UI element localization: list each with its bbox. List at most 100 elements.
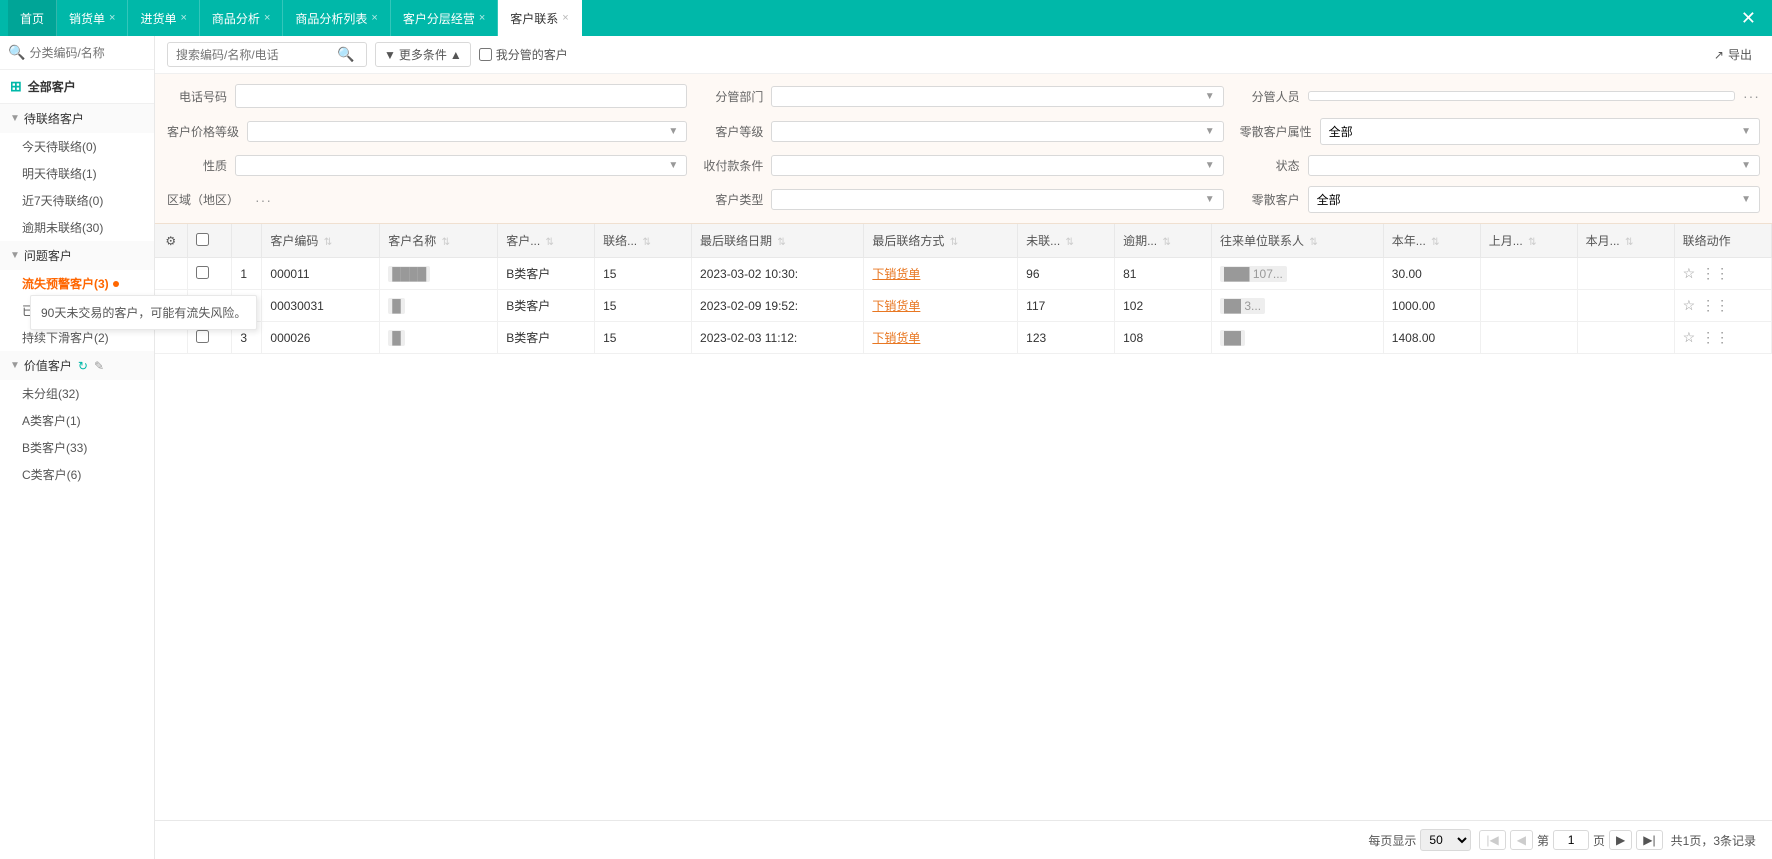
refresh-icon[interactable]: ↻ (78, 359, 88, 373)
col-action: 联络动作 (1674, 224, 1771, 258)
row-contact: 15 (595, 322, 692, 354)
tab-home[interactable]: 首页 (8, 0, 57, 36)
contact-icon[interactable]: ☆ (1683, 265, 1696, 282)
row-this-year: 1000.00 (1383, 290, 1480, 322)
col-last-method[interactable]: 最后联络方式 ⇅ (864, 224, 1018, 258)
sort-lmonth-icon: ⇅ (1528, 237, 1536, 248)
tab-analysis-list[interactable]: 商品分析列表 × (283, 0, 390, 36)
sidebar-item-7days-pending[interactable]: 近7天待联络(0) (0, 187, 154, 214)
filter-manager-dots[interactable]: ··· (1743, 88, 1760, 104)
section-value-title[interactable]: ▼ 价值客户 ↻ ✎ (0, 351, 154, 380)
filter-status-select[interactable]: ▼ (1308, 155, 1760, 176)
next-page-button[interactable]: ▶ (1609, 830, 1632, 850)
col-code[interactable]: 客户编码 ⇅ (262, 224, 380, 258)
arrow-down-icon2: ▼ (10, 250, 20, 261)
contact-icon[interactable]: ☆ (1683, 329, 1696, 346)
sidebar-item-c-class[interactable]: C类客户(6) (0, 461, 154, 488)
col-overdue[interactable]: 逾期... ⇅ (1115, 224, 1212, 258)
sidebar-item-today-pending[interactable]: 今天待联络(0) (0, 133, 154, 160)
sidebar-item-ungrouped[interactable]: 未分组(32) (0, 380, 154, 407)
more-conditions-button[interactable]: ▼ 更多条件 ▲ (375, 42, 471, 67)
per-page-select[interactable]: 50 100 200 (1420, 829, 1471, 851)
filter-manager-select[interactable] (1308, 91, 1735, 101)
close-sales-icon[interactable]: × (109, 12, 115, 24)
close-customer-tier-icon[interactable]: × (479, 12, 485, 24)
last-method-link[interactable]: 下销货单 (872, 299, 920, 313)
row-last-month (1480, 322, 1577, 354)
col-name[interactable]: 客户名称 ⇅ (380, 224, 498, 258)
col-unit-contact[interactable]: 往来单位联系人 ⇅ (1212, 224, 1384, 258)
row-last-date: 2023-03-02 10:30: (692, 258, 864, 290)
search-button-icon[interactable]: 🔍 (337, 46, 354, 63)
last-method-link[interactable]: 下销货单 (872, 267, 920, 281)
tab-analysis[interactable]: 商品分析 × (200, 0, 283, 36)
sort-uncontacted-icon: ⇅ (1066, 237, 1074, 248)
close-customer-contact-icon[interactable]: × (562, 12, 568, 24)
sidebar-item-b-class[interactable]: B类客户(33) (0, 434, 154, 461)
col-this-year[interactable]: 本年... ⇅ (1383, 224, 1480, 258)
filter-phone-input[interactable] (235, 84, 687, 108)
col-last-date[interactable]: 最后联络日期 ⇅ (692, 224, 864, 258)
page-size-selector: 每页显示 50 100 200 (1368, 829, 1471, 851)
filter-dept-select[interactable]: ▼ (771, 86, 1223, 107)
tab-purchase[interactable]: 进货单 × (128, 0, 199, 36)
export-button[interactable]: ↗ 导出 (1706, 43, 1760, 66)
row-index: 1 (232, 258, 262, 290)
row-code: 000026 (262, 322, 380, 354)
sidebar-item-churn-warning[interactable]: 流失预警客户(3) (0, 270, 154, 297)
tab-customer-tier-label: 客户分层经营 (403, 10, 475, 27)
window-close-button[interactable]: ✕ (1733, 8, 1764, 29)
last-method-link[interactable]: 下销货单 (872, 331, 920, 345)
close-analysis-list-icon[interactable]: × (371, 12, 377, 24)
sidebar-item-a-class[interactable]: A类客户(1) (0, 407, 154, 434)
filter-retail-attr-select[interactable]: 全部 ▼ (1320, 118, 1760, 145)
col-contact[interactable]: 联络... ⇅ (595, 224, 692, 258)
col-settings[interactable]: ⚙ (155, 224, 187, 258)
tab-customer-tier[interactable]: 客户分层经营 × (391, 0, 498, 36)
col-type[interactable]: 客户... ⇅ (498, 224, 595, 258)
close-purchase-icon[interactable]: × (180, 12, 186, 24)
my-customers-checkbox-row[interactable]: 我分管的客户 (479, 46, 568, 63)
grid-icon: ⊞ (10, 78, 22, 95)
all-customers-item[interactable]: ⊞ 全部客户 (0, 70, 154, 104)
row-unit-contact: ██ (1212, 322, 1384, 354)
filter-customer-type-select[interactable]: ▼ (771, 189, 1223, 210)
col-this-month[interactable]: 本月... ⇅ (1577, 224, 1674, 258)
search-input[interactable] (176, 48, 331, 62)
my-customers-checkbox[interactable] (479, 48, 492, 61)
sidebar-item-overdue-pending[interactable]: 逾期未联络(30) (0, 214, 154, 241)
section-pending-contact-title[interactable]: ▼ 待联络客户 (0, 104, 154, 133)
row-last-method: 下销货单 (864, 290, 1018, 322)
row-select-checkbox[interactable] (196, 266, 209, 279)
row-select-checkbox[interactable] (196, 330, 209, 343)
filter-region-dots[interactable]: ··· (255, 192, 272, 208)
filter-nature-select[interactable]: ▼ (235, 155, 687, 176)
filter-retail-select[interactable]: 全部 ▼ (1308, 186, 1760, 213)
filter-payment-select[interactable]: ▼ (771, 155, 1223, 176)
page-suffix: 页 (1593, 832, 1605, 849)
select-all-checkbox[interactable] (196, 233, 209, 246)
edit-icon[interactable]: ✎ (94, 359, 104, 373)
more-actions-icon[interactable]: ⋮⋮ (1701, 265, 1729, 282)
col-uncontacted[interactable]: 未联... ⇅ (1018, 224, 1115, 258)
section-problem-title[interactable]: ▼ 问题客户 (0, 241, 154, 270)
last-page-button[interactable]: ▶| (1636, 830, 1662, 850)
tab-sales[interactable]: 销货单 × (57, 0, 128, 36)
sidebar-search-input[interactable] (29, 46, 155, 60)
tab-home-label: 首页 (20, 10, 44, 27)
more-actions-icon[interactable]: ⋮⋮ (1701, 297, 1729, 314)
more-actions-icon[interactable]: ⋮⋮ (1701, 329, 1729, 346)
contact-icon[interactable]: ☆ (1683, 297, 1696, 314)
first-page-button[interactable]: |◀ (1479, 830, 1505, 850)
tab-customer-contact[interactable]: 客户联系 × (498, 0, 581, 36)
close-analysis-icon[interactable]: × (264, 12, 270, 24)
sort-tmonth-icon: ⇅ (1625, 237, 1633, 248)
sidebar-item-tomorrow-pending[interactable]: 明天待联络(1) (0, 160, 154, 187)
arrow-down-icon3: ▼ (10, 360, 20, 371)
col-last-month[interactable]: 上月... ⇅ (1480, 224, 1577, 258)
page-number-input[interactable] (1553, 830, 1589, 850)
prev-page-button[interactable]: ◀ (1510, 830, 1533, 850)
filter-price-tier-select[interactable]: ▼ (247, 121, 687, 142)
filter-grade-select[interactable]: ▼ (771, 121, 1223, 142)
sidebar-search-row: 🔍 « (0, 36, 154, 70)
